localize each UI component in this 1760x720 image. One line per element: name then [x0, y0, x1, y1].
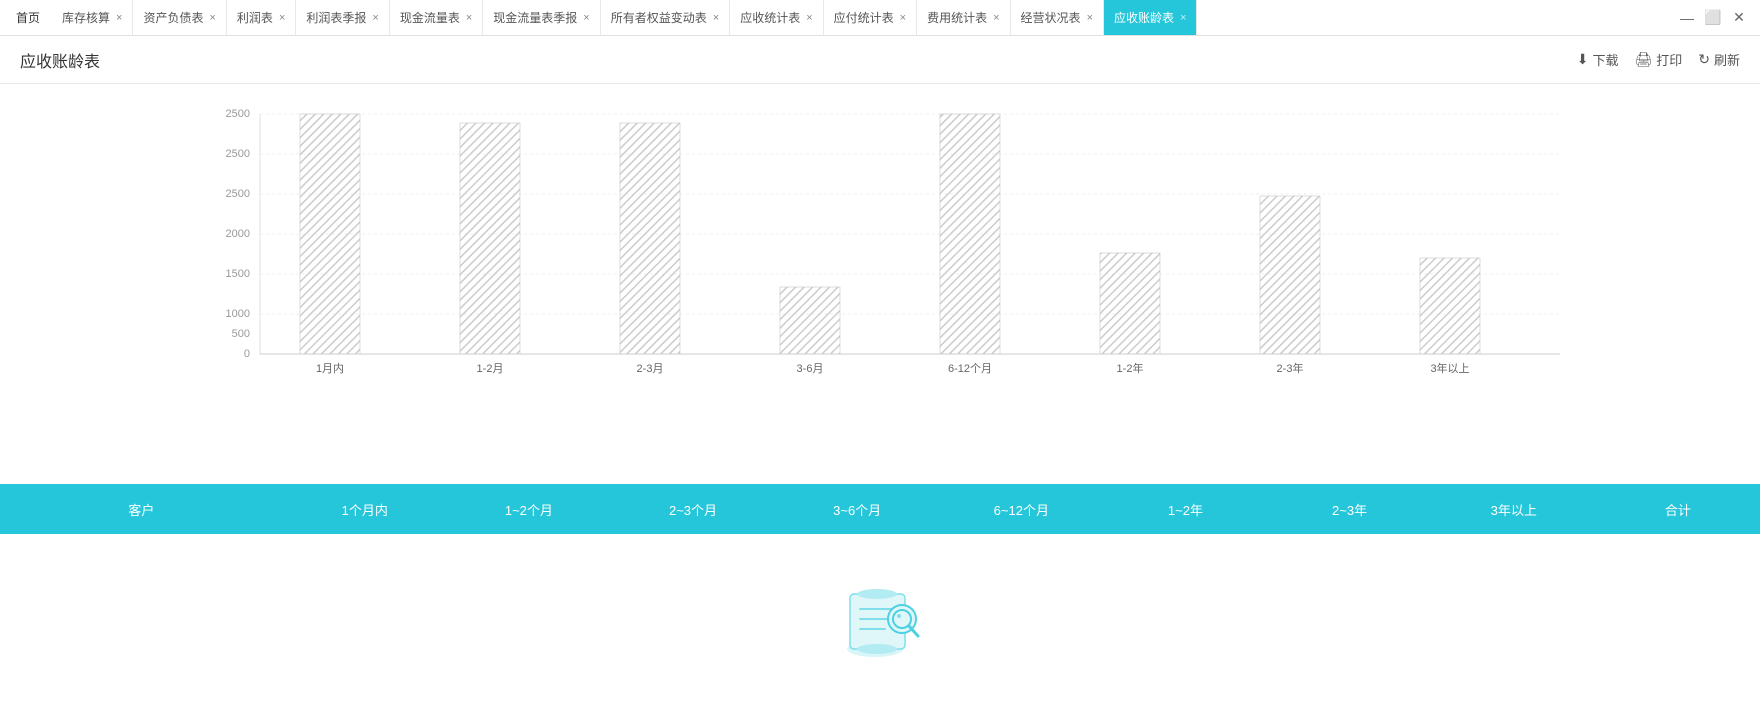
maximize-button[interactable]: ⬜ [1704, 9, 1722, 27]
window-controls: — ⬜ ✕ [1678, 9, 1756, 27]
tab-operations[interactable]: 经营状况表 × [1011, 0, 1104, 36]
print-button[interactable]: 🖨 打印 [1634, 50, 1682, 69]
bar-2-3year [1260, 196, 1320, 354]
print-icon: 🖨 [1634, 51, 1652, 68]
svg-text:1月内: 1月内 [316, 361, 344, 375]
bar-2-3month [620, 123, 680, 354]
tab-receivable-stat[interactable]: 应收统计表 × [730, 0, 823, 36]
bar-6-12month [940, 114, 1000, 354]
th-2-3year: 2~3年 [1268, 500, 1432, 519]
bar-1-2year [1100, 253, 1160, 354]
chart-area: 2500 2500 2500 2000 1500 1000 500 0 1月内 … [0, 84, 1760, 484]
tab-profit[interactable]: 利润表 × [227, 0, 296, 36]
close-icon[interactable]: × [713, 12, 719, 24]
svg-text:2500: 2500 [226, 188, 250, 200]
svg-text:6-12个月: 6-12个月 [948, 362, 992, 375]
svg-text:1000: 1000 [226, 308, 250, 320]
th-3year-plus: 3年以上 [1432, 500, 1596, 519]
svg-text:2500: 2500 [226, 108, 250, 120]
svg-text:0: 0 [244, 348, 250, 360]
svg-text:500: 500 [232, 328, 250, 340]
empty-icon [830, 564, 930, 664]
th-total: 合计 [1596, 500, 1760, 519]
tab-balance[interactable]: 资产负债表 × [133, 0, 226, 36]
close-icon[interactable]: × [806, 12, 812, 24]
tab-bar: 首页 库存核算 × 资产负债表 × 利润表 × 利润表季报 × 现金流量表 × … [0, 0, 1760, 36]
th-1month: 1个月内 [283, 500, 447, 519]
minimize-button[interactable]: — [1678, 9, 1696, 27]
bar-3year-plus [1420, 258, 1480, 354]
close-icon[interactable]: × [1180, 12, 1186, 24]
close-icon[interactable]: × [372, 12, 378, 24]
svg-text:3-6月: 3-6月 [797, 363, 824, 375]
svg-text:1500: 1500 [226, 268, 250, 280]
close-button[interactable]: ✕ [1730, 9, 1748, 27]
bar-1month [300, 114, 360, 354]
close-icon[interactable]: × [466, 12, 472, 24]
svg-text:2-3月: 2-3月 [637, 363, 664, 375]
tab-payable-stat[interactable]: 应付统计表 × [824, 0, 917, 36]
svg-text:1-2年: 1-2年 [1117, 361, 1144, 375]
th-2-3month: 2~3个月 [611, 500, 775, 519]
empty-state [0, 534, 1760, 694]
bar-3-6month [780, 287, 840, 354]
page-header: 应收账龄表 ⬇ 下载 🖨 打印 ↻ 刷新 [0, 36, 1760, 84]
tab-expense-stat[interactable]: 费用统计表 × [917, 0, 1010, 36]
svg-text:1-2月: 1-2月 [477, 363, 504, 375]
th-1-2year: 1~2年 [1103, 500, 1267, 519]
refresh-button[interactable]: ↻ 刷新 [1698, 50, 1740, 69]
tab-profit-quarter[interactable]: 利润表季报 × [296, 0, 389, 36]
refresh-icon: ↻ [1698, 51, 1710, 68]
bar-chart: 2500 2500 2500 2000 1500 1000 500 0 1月内 … [40, 104, 1720, 404]
bar-1-2month [460, 123, 520, 354]
close-icon[interactable]: × [993, 12, 999, 24]
download-button[interactable]: ⬇ 下载 [1577, 50, 1619, 69]
tab-cashflow[interactable]: 现金流量表 × [390, 0, 483, 36]
page-title: 应收账龄表 [20, 48, 100, 72]
svg-text:2000: 2000 [226, 228, 250, 240]
close-icon[interactable]: × [116, 12, 122, 24]
chart-container: 2500 2500 2500 2000 1500 1000 500 0 1月内 … [40, 104, 1720, 404]
th-3-6month: 3~6个月 [775, 500, 939, 519]
tab-home[interactable]: 首页 [4, 0, 52, 36]
tab-equity[interactable]: 所有者权益变动表 × [601, 0, 730, 36]
close-icon[interactable]: × [209, 12, 215, 24]
tab-inventory[interactable]: 库存核算 × [52, 0, 133, 36]
tab-aging[interactable]: 应收账龄表 × [1104, 0, 1197, 36]
close-icon[interactable]: × [1087, 12, 1093, 24]
svg-text:2500: 2500 [226, 148, 250, 160]
svg-text:2-3年: 2-3年 [1277, 361, 1304, 375]
main-content: 2500 2500 2500 2000 1500 1000 500 0 1月内 … [0, 84, 1760, 720]
download-icon: ⬇ [1577, 51, 1589, 68]
th-1-2month: 1~2个月 [447, 500, 611, 519]
tab-cashflow-quarter[interactable]: 现金流量表季报 × [483, 0, 600, 36]
table-header: 客户 1个月内 1~2个月 2~3个月 3~6个月 6~12个月 1~2年 2~… [0, 484, 1760, 534]
th-customer: 客户 [0, 500, 283, 519]
close-icon[interactable]: × [900, 12, 906, 24]
close-icon[interactable]: × [583, 12, 589, 24]
th-6-12month: 6~12个月 [939, 500, 1103, 519]
page-actions: ⬇ 下载 🖨 打印 ↻ 刷新 [1577, 50, 1740, 69]
close-icon[interactable]: × [279, 12, 285, 24]
svg-text:3年以上: 3年以上 [1430, 361, 1469, 375]
